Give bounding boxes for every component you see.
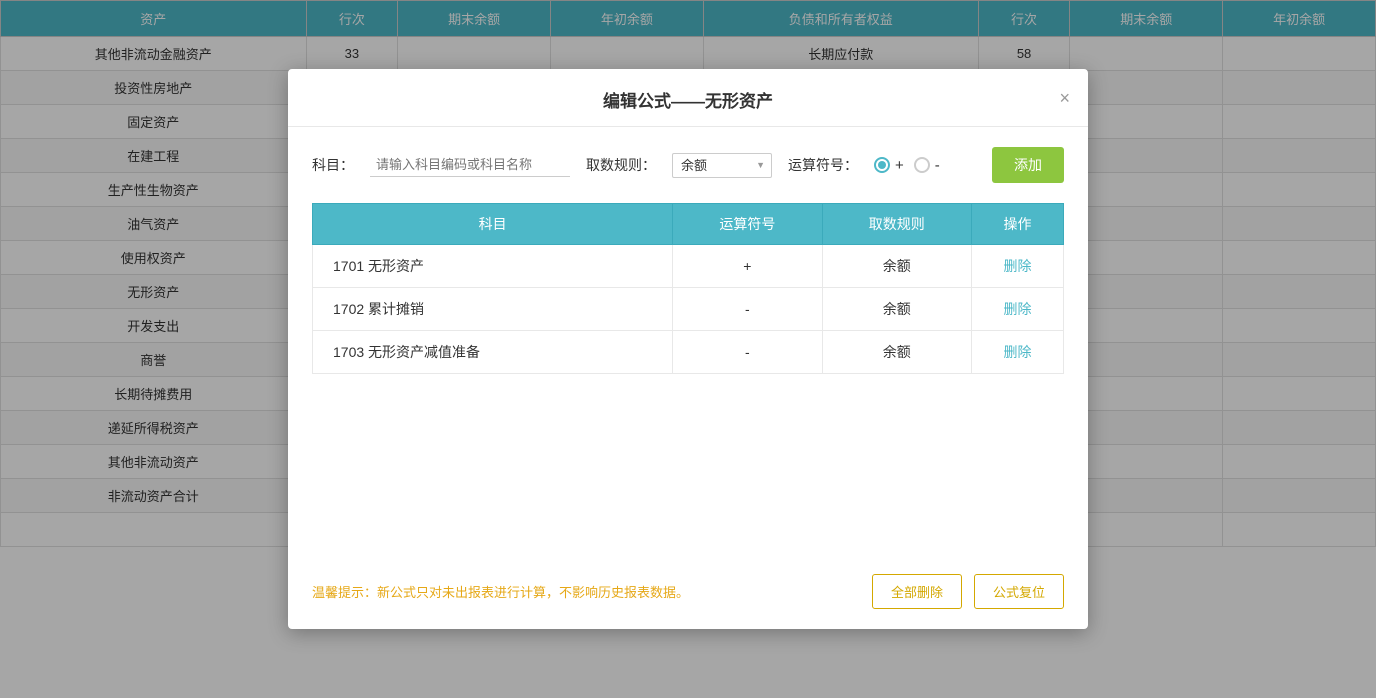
radio-plus-label: +: [895, 157, 904, 174]
radio-plus[interactable]: +: [874, 157, 904, 174]
formula-subject: 1703 无形资产减值准备: [313, 331, 673, 374]
delete-row-link[interactable]: 删除: [1003, 258, 1031, 274]
inner-col-rule: 取数规则: [822, 204, 971, 245]
subject-input[interactable]: [370, 153, 570, 177]
inner-col-operator: 运算符号: [673, 204, 822, 245]
delete-row-link[interactable]: 删除: [1003, 301, 1031, 317]
modal-close-button[interactable]: ×: [1059, 89, 1070, 107]
operator-radio-group: + -: [874, 157, 940, 174]
formula-operator: -: [673, 288, 822, 331]
inner-col-subject: 科目: [313, 204, 673, 245]
formula-table: 科目 运算符号 取数规则 操作 1701 无形资产+余额删除1702 累计摊销-…: [312, 203, 1064, 374]
formula-action[interactable]: 删除: [971, 288, 1063, 331]
radio-minus[interactable]: -: [914, 157, 940, 174]
formula-rule: 余额: [822, 245, 971, 288]
modal-dialog: 编辑公式——无形资产 × 科目： 取数规则： 余额 借方 贷方 借方发生额 贷方…: [288, 69, 1088, 629]
formula-operator: -: [673, 331, 822, 374]
delete-all-button[interactable]: 全部删除: [872, 574, 962, 609]
footer-tip: 温馨提示：新公式只对未出报表进行计算，不影响历史报表数据。: [312, 582, 689, 601]
subject-label: 科目：: [312, 155, 354, 175]
formula-rule: 余额: [822, 288, 971, 331]
formula-action[interactable]: 删除: [971, 331, 1063, 374]
formula-operator: +: [673, 245, 822, 288]
rule-label: 取数规则：: [586, 155, 656, 175]
footer-buttons: 全部删除 公式复位: [872, 574, 1064, 609]
rule-select[interactable]: 余额 借方 贷方 借方发生额 贷方发生额: [672, 153, 772, 178]
formula-row: 1702 累计摊销-余额 删除: [313, 288, 1064, 331]
radio-minus-label: -: [935, 157, 940, 174]
radio-plus-circle: [874, 157, 890, 173]
formula-row: 1701 无形资产+余额 删除: [313, 245, 1064, 288]
reset-formula-button[interactable]: 公式复位: [974, 574, 1064, 609]
form-row: 科目： 取数规则： 余额 借方 贷方 借方发生额 贷方发生额 运算符号：: [312, 147, 1064, 183]
modal-header: 编辑公式——无形资产 ×: [288, 69, 1088, 127]
modal-footer: 温馨提示：新公式只对未出报表进行计算，不影响历史报表数据。 全部删除 公式复位: [288, 558, 1088, 629]
delete-row-link[interactable]: 删除: [1003, 344, 1031, 360]
modal-overlay: 编辑公式——无形资产 × 科目： 取数规则： 余额 借方 贷方 借方发生额 贷方…: [0, 0, 1376, 698]
formula-row: 1703 无形资产减值准备-余额 删除: [313, 331, 1064, 374]
add-button[interactable]: 添加: [992, 147, 1064, 183]
formula-subject: 1701 无形资产: [313, 245, 673, 288]
inner-col-action: 操作: [971, 204, 1063, 245]
operator-label: 运算符号：: [788, 155, 858, 175]
formula-action[interactable]: 删除: [971, 245, 1063, 288]
formula-subject: 1702 累计摊销: [313, 288, 673, 331]
radio-minus-circle: [914, 157, 930, 173]
formula-rule: 余额: [822, 331, 971, 374]
modal-body: 科目： 取数规则： 余额 借方 贷方 借方发生额 贷方发生额 运算符号：: [288, 127, 1088, 558]
rule-select-wrap[interactable]: 余额 借方 贷方 借方发生额 贷方发生额: [672, 153, 772, 178]
modal-title: 编辑公式——无形资产: [603, 92, 773, 111]
